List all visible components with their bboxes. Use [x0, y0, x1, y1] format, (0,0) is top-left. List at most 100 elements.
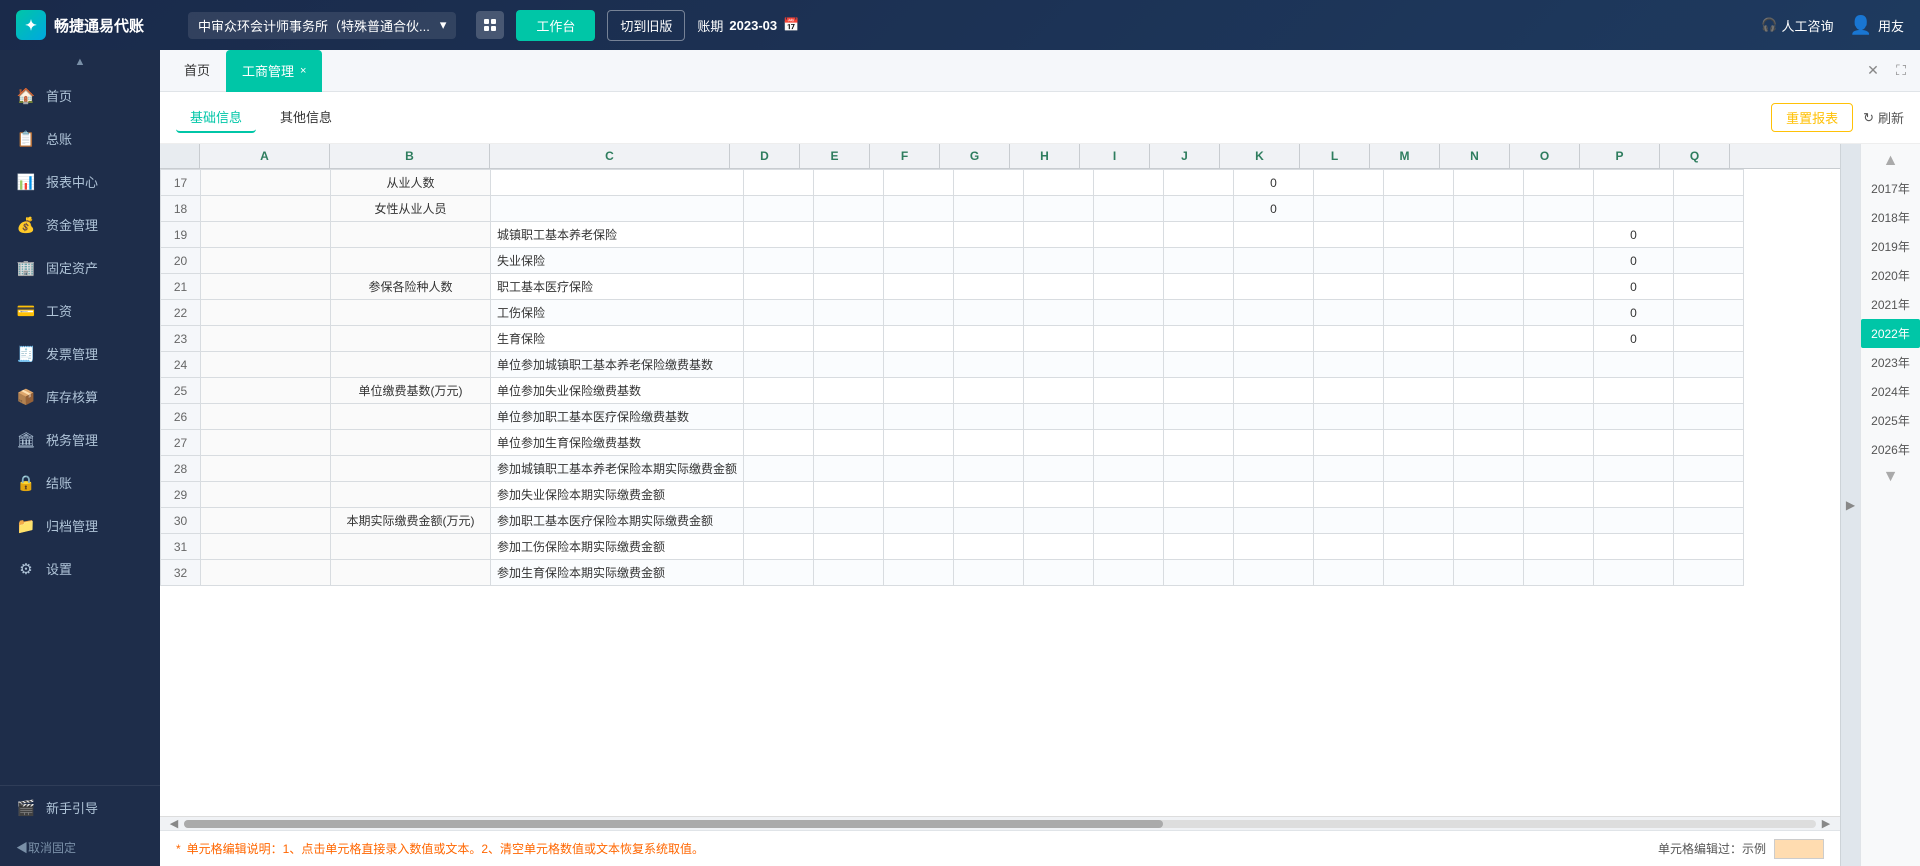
cell-26-h[interactable] [1024, 404, 1094, 430]
cell-25-p[interactable] [1594, 378, 1674, 404]
cell-23-b[interactable] [331, 326, 491, 352]
cell-27-c[interactable]: 单位参加生育保险缴费基数 [491, 430, 744, 456]
old-version-button[interactable]: 切到旧版 [607, 10, 685, 41]
cell-23-k[interactable] [1234, 326, 1314, 352]
cell-24-f[interactable] [884, 352, 954, 378]
cell-28-m[interactable] [1384, 456, 1454, 482]
cell-25-h[interactable] [1024, 378, 1094, 404]
cell-22-o[interactable] [1524, 300, 1594, 326]
cell-18-p[interactable] [1594, 196, 1674, 222]
sub-tab-other[interactable]: 其他信息 [266, 102, 346, 133]
cell-29-f[interactable] [884, 482, 954, 508]
cell-17-k[interactable]: 0 [1234, 170, 1314, 196]
cell-26-k[interactable] [1234, 404, 1314, 430]
cell-23-q[interactable] [1674, 326, 1744, 352]
cell-24-o[interactable] [1524, 352, 1594, 378]
cell-18-i[interactable] [1094, 196, 1164, 222]
cell-21-f[interactable] [884, 274, 954, 300]
cell-32-q[interactable] [1674, 560, 1744, 586]
cell-19-b[interactable] [331, 222, 491, 248]
cell-29-h[interactable] [1024, 482, 1094, 508]
cell-30-d[interactable] [744, 508, 814, 534]
cell-26-m[interactable] [1384, 404, 1454, 430]
cell-18-l[interactable] [1314, 196, 1384, 222]
cell-18-c[interactable] [491, 196, 744, 222]
cell-24-h[interactable] [1024, 352, 1094, 378]
cell-22-i[interactable] [1094, 300, 1164, 326]
cell-17-h[interactable] [1024, 170, 1094, 196]
cell-18-n[interactable] [1454, 196, 1524, 222]
workbench-button[interactable]: 工作台 [516, 10, 595, 41]
cell-27-a[interactable] [201, 430, 331, 456]
cell-22-p[interactable]: 0 [1594, 300, 1674, 326]
close-button[interactable]: ✕ [1862, 60, 1884, 82]
tab-close-icon[interactable]: × [300, 65, 306, 77]
cell-20-q[interactable] [1674, 248, 1744, 274]
cell-23-p[interactable]: 0 [1594, 326, 1674, 352]
cell-22-j[interactable] [1164, 300, 1234, 326]
cell-25-i[interactable] [1094, 378, 1164, 404]
cell-17-n[interactable] [1454, 170, 1524, 196]
cell-28-i[interactable] [1094, 456, 1164, 482]
cell-25-m[interactable] [1384, 378, 1454, 404]
cell-32-k[interactable] [1234, 560, 1314, 586]
cell-19-h[interactable] [1024, 222, 1094, 248]
cell-18-k[interactable]: 0 [1234, 196, 1314, 222]
cell-29-m[interactable] [1384, 482, 1454, 508]
cell-23-j[interactable] [1164, 326, 1234, 352]
cell-18-g[interactable] [954, 196, 1024, 222]
cell-24-i[interactable] [1094, 352, 1164, 378]
cell-18-e[interactable] [814, 196, 884, 222]
cell-31-h[interactable] [1024, 534, 1094, 560]
cell-27-i[interactable] [1094, 430, 1164, 456]
cell-23-f[interactable] [884, 326, 954, 352]
cell-18-h[interactable] [1024, 196, 1094, 222]
cell-32-d[interactable] [744, 560, 814, 586]
maximize-button[interactable]: ⛶ [1890, 60, 1912, 82]
cell-19-l[interactable] [1314, 222, 1384, 248]
cell-27-n[interactable] [1454, 430, 1524, 456]
cell-24-m[interactable] [1384, 352, 1454, 378]
cell-29-g[interactable] [954, 482, 1024, 508]
cell-23-e[interactable] [814, 326, 884, 352]
cell-29-l[interactable] [1314, 482, 1384, 508]
cell-22-n[interactable] [1454, 300, 1524, 326]
scroll-track[interactable] [184, 820, 1816, 828]
cell-20-n[interactable] [1454, 248, 1524, 274]
cell-27-p[interactable] [1594, 430, 1674, 456]
cell-23-l[interactable] [1314, 326, 1384, 352]
cell-17-j[interactable] [1164, 170, 1234, 196]
cell-20-i[interactable] [1094, 248, 1164, 274]
year-2017[interactable]: 2017年 [1861, 174, 1920, 203]
cell-25-d[interactable] [744, 378, 814, 404]
cell-20-d[interactable] [744, 248, 814, 274]
cell-30-e[interactable] [814, 508, 884, 534]
refresh-button[interactable]: ↻ 刷新 [1863, 108, 1904, 127]
pin-button[interactable]: ◀取消固定 [0, 829, 160, 866]
cell-18-j[interactable] [1164, 196, 1234, 222]
year-nav-down[interactable]: ▼ [1861, 464, 1920, 490]
tab-home[interactable]: 首页 [168, 50, 226, 92]
cell-26-a[interactable] [201, 404, 331, 430]
cell-28-j[interactable] [1164, 456, 1234, 482]
cell-24-b[interactable] [331, 352, 491, 378]
cell-22-m[interactable] [1384, 300, 1454, 326]
cell-22-d[interactable] [744, 300, 814, 326]
cell-29-q[interactable] [1674, 482, 1744, 508]
cell-21-n[interactable] [1454, 274, 1524, 300]
cell-30-j[interactable] [1164, 508, 1234, 534]
calendar-icon[interactable]: 📅 [783, 17, 799, 33]
cell-32-o[interactable] [1524, 560, 1594, 586]
cell-30-i[interactable] [1094, 508, 1164, 534]
sidebar-item-reports[interactable]: 📊 报表中心 [0, 160, 160, 203]
cell-30-n[interactable] [1454, 508, 1524, 534]
sidebar-item-assets[interactable]: 🏢 固定资产 [0, 246, 160, 289]
cell-25-c[interactable]: 单位参加失业保险缴费基数 [491, 378, 744, 404]
cell-27-l[interactable] [1314, 430, 1384, 456]
cell-19-d[interactable] [744, 222, 814, 248]
cell-23-o[interactable] [1524, 326, 1594, 352]
cell-19-k[interactable] [1234, 222, 1314, 248]
cell-19-a[interactable] [201, 222, 331, 248]
cell-26-b[interactable] [331, 404, 491, 430]
cell-24-e[interactable] [814, 352, 884, 378]
